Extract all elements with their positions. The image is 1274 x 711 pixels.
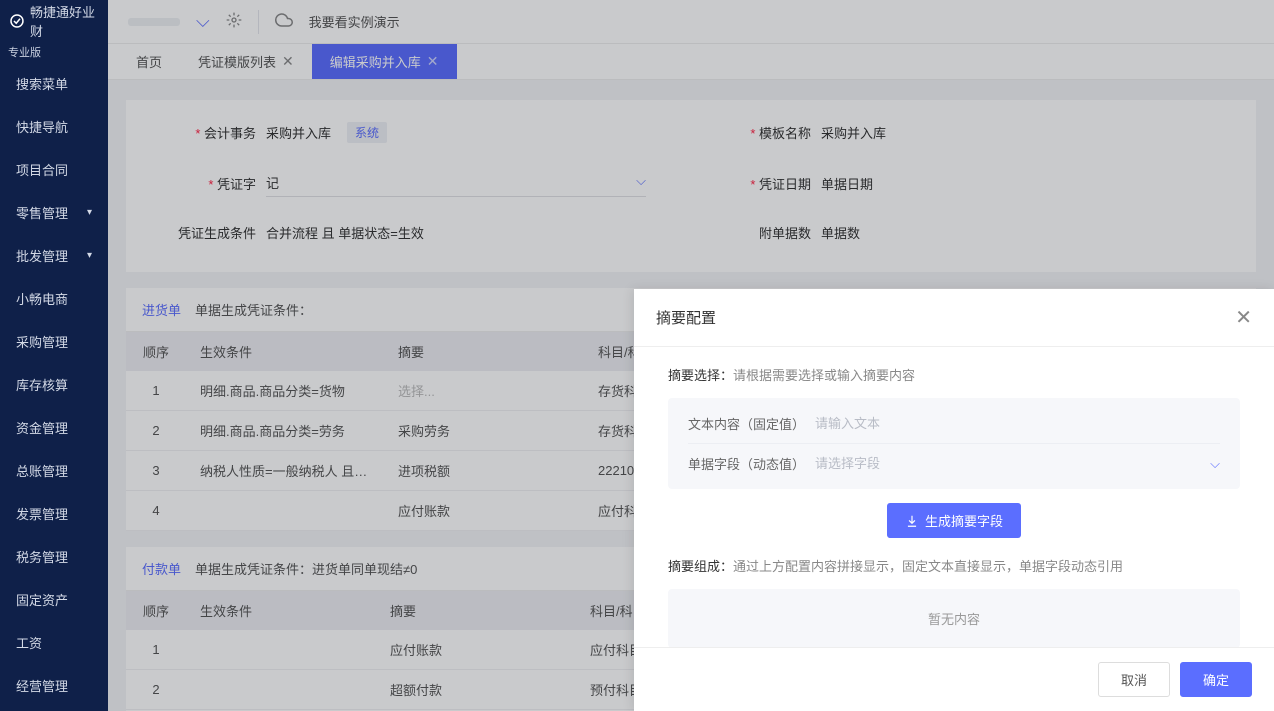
hint-compose: 摘要组成：通过上方配置内容拼接显示，固定文本直接显示，单据字段动态引用 <box>668 556 1240 575</box>
empty-content: 暂无内容 <box>668 589 1240 647</box>
generate-button[interactable]: 生成摘要字段 <box>887 503 1021 538</box>
sidebar-item-label: 经营管理 <box>16 676 68 695</box>
main: ⌵ 我要看实例演示 首页凭证模版列表✕编辑采购并入库✕ 会计事务 采购并入库 系… <box>108 0 1274 711</box>
sidebar-item[interactable]: 税务管理 <box>0 535 108 578</box>
sidebar-item-label: 小畅电商 <box>16 289 68 308</box>
hint-select: 摘要选择：请根据需要选择或输入摘要内容 <box>668 365 1240 384</box>
sidebar-item[interactable]: 采购管理 <box>0 320 108 363</box>
sidebar-item[interactable]: 快捷导航 <box>0 105 108 148</box>
sidebar: 畅捷通好业财 专业版 搜索菜单快捷导航项目合同零售管理 ▾ 批发管理 ▾ 小畅电商采购管… <box>0 0 108 711</box>
sidebar-item[interactable]: 批发管理 ▾ <box>0 234 108 277</box>
logo: 畅捷通好业财 <box>0 0 108 42</box>
ok-button[interactable]: 确定 <box>1180 662 1252 697</box>
close-icon[interactable]: ✕ <box>1235 305 1252 330</box>
sidebar-item[interactable]: 总账管理 <box>0 449 108 492</box>
download-icon <box>905 514 919 528</box>
label-text-fixed: 文本内容（固定值） <box>688 414 805 433</box>
cancel-button[interactable]: 取消 <box>1098 662 1170 697</box>
sidebar-item-label: 批发管理 <box>16 246 68 265</box>
sidebar-item-label: 零售管理 <box>16 203 68 222</box>
sidebar-item-label: 税务管理 <box>16 547 68 566</box>
sidebar-item[interactable]: 库存核算 <box>0 363 108 406</box>
sidebar-item[interactable]: 发票管理 <box>0 492 108 535</box>
label-field-dynamic: 单据字段（动态值） <box>688 454 805 473</box>
sidebar-item[interactable]: 经营管理 <box>0 664 108 707</box>
select-field-dynamic[interactable] <box>811 454 1204 473</box>
sidebar-item-label: 发票管理 <box>16 504 68 523</box>
sidebar-item-label: 工资 <box>16 633 42 652</box>
sidebar-item-label: 资金管理 <box>16 418 68 437</box>
sidebar-item-label: 搜索菜单 <box>16 74 68 93</box>
pro-label: 专业版 <box>0 42 108 62</box>
sidebar-item-label: 项目合同 <box>16 160 68 179</box>
input-text-fixed[interactable] <box>811 414 1220 433</box>
sidebar-item-label: 固定资产 <box>16 590 68 609</box>
chevron-down-icon: ▾ <box>87 250 92 261</box>
logo-icon <box>8 11 26 31</box>
sidebar-item-label: 总账管理 <box>16 461 68 480</box>
sidebar-item[interactable]: 资金管理 <box>0 406 108 449</box>
modal-summary-config: 摘要配置 ✕ 摘要选择：请根据需要选择或输入摘要内容 文本内容（固定值） 单据字… <box>634 289 1274 711</box>
config-box: 文本内容（固定值） 单据字段（动态值） ⌵ <box>668 398 1240 489</box>
chevron-down-icon: ▾ <box>87 207 92 218</box>
logo-text: 畅捷通好业财 <box>30 2 100 40</box>
sidebar-item[interactable]: 工资 <box>0 621 108 664</box>
sidebar-item[interactable]: 固定资产 <box>0 578 108 621</box>
sidebar-item[interactable]: 零售管理 ▾ <box>0 191 108 234</box>
sidebar-item[interactable]: 项目合同 <box>0 148 108 191</box>
sidebar-item[interactable]: 小畅电商 <box>0 277 108 320</box>
sidebar-item-label: 库存核算 <box>16 375 68 394</box>
sidebar-item[interactable]: 搜索菜单 <box>0 62 108 105</box>
modal-title: 摘要配置 <box>656 307 716 328</box>
chevron-down-icon[interactable]: ⌵ <box>1210 456 1220 472</box>
sidebar-item-label: 采购管理 <box>16 332 68 351</box>
sidebar-item-label: 快捷导航 <box>16 117 68 136</box>
